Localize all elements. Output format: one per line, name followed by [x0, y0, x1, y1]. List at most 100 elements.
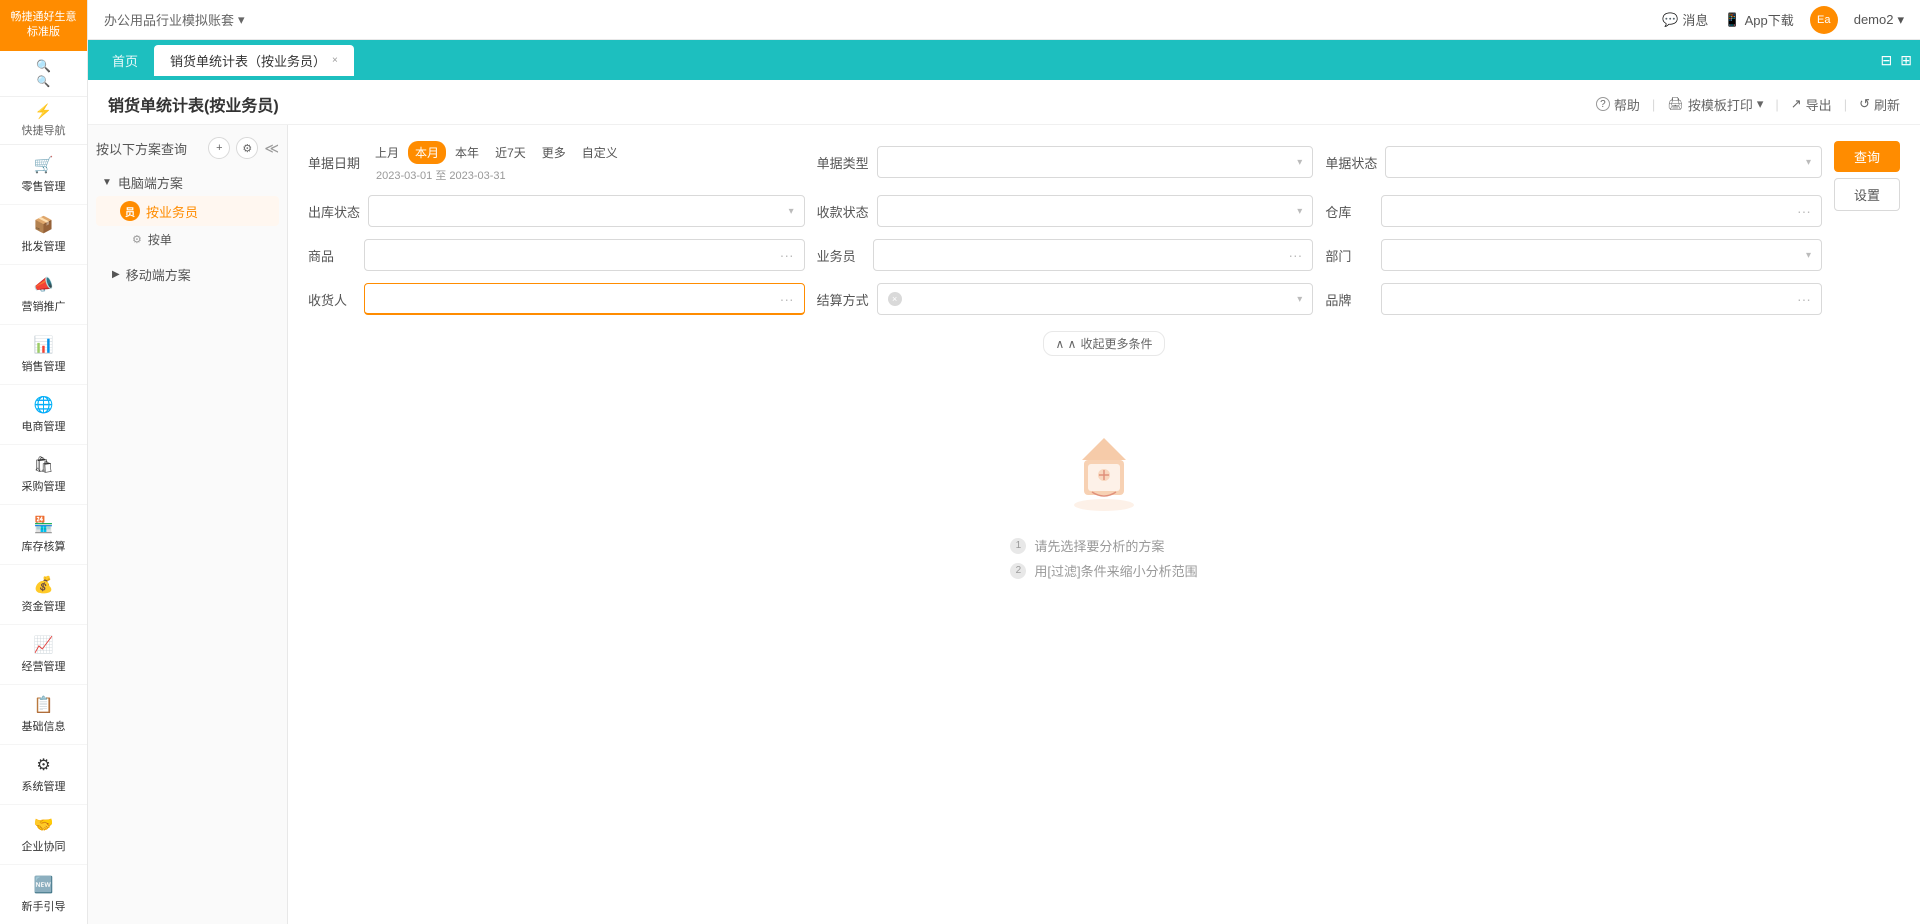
step1-text: 请先选择要分析的方案: [1034, 536, 1164, 555]
step2-text: 用[过滤]条件来缩小分析范围: [1034, 561, 1197, 580]
add-scheme-btn[interactable]: +: [208, 137, 230, 159]
messages-btn[interactable]: 💬 消息: [1662, 10, 1708, 29]
sidebar-item-finance[interactable]: 💰 资金管理: [0, 565, 87, 625]
filter-warehouse-item: 仓库 ···: [1325, 195, 1822, 227]
user-avatar[interactable]: Ea: [1810, 6, 1838, 34]
mobile-scheme-parent[interactable]: ▶ 移动端方案: [96, 261, 279, 288]
receiver-input[interactable]: ···: [364, 283, 805, 315]
username-text: demo2: [1854, 12, 1894, 27]
tab-home[interactable]: 首页: [96, 45, 154, 76]
sidebar-item-newbie[interactable]: 🆕 新手引导: [0, 865, 87, 924]
header-left: 办公用品行业模拟账套 ▾: [104, 10, 245, 29]
operations-icon: 📈: [34, 635, 54, 655]
finance-icon: 💰: [34, 575, 54, 595]
collapse-label: 收起更多条件: [1080, 335, 1152, 352]
export-btn[interactable]: ↗ 导出: [1791, 95, 1832, 114]
collapse-up-icon: ∧ ∧: [1056, 337, 1077, 351]
breadcrumb-dropdown[interactable]: 办公用品行业模拟账套 ▾: [104, 10, 245, 29]
shortcut-icon: ⚡: [4, 103, 83, 120]
sidebar-item-retail[interactable]: 🛒 零售管理: [0, 145, 87, 205]
collapse-panel-btn[interactable]: ≪: [264, 140, 279, 157]
top-header: 办公用品行业模拟账套 ▾ 💬 消息 📱 App下载 Ea demo2 ▾: [88, 0, 1920, 40]
date-tab-7days[interactable]: 近7天: [488, 141, 533, 164]
sales-label: 销售管理: [22, 358, 66, 374]
purchase-icon: 🛍: [33, 455, 53, 475]
settlement-input[interactable]: × ▾: [877, 283, 1314, 315]
sidebar-item-enterprise[interactable]: 🤝 企业协同: [0, 805, 87, 865]
settings-scheme-btn[interactable]: ⚙: [236, 137, 258, 159]
sales-icon: 📊: [34, 335, 54, 355]
collapse-more-btn[interactable]: ∧ ∧ 收起更多条件: [1043, 331, 1166, 356]
tree-item-by-order[interactable]: ⚙ 按单: [96, 226, 279, 253]
tab-minimize-icon[interactable]: ⊟: [1881, 52, 1893, 69]
template-print-btn[interactable]: 🖨 按模板打印 ▾: [1667, 95, 1763, 114]
date-tab-last-month[interactable]: 上月: [368, 141, 406, 164]
salesperson-input[interactable]: ···: [873, 239, 1314, 271]
app-download-btn[interactable]: 📱 App下载: [1724, 10, 1793, 29]
order-status-input[interactable]: ▾: [1385, 146, 1822, 178]
sidebar-item-wholesale[interactable]: 📦 批发管理: [0, 205, 87, 265]
sidebar-search-menu[interactable]: 🔍 🔍: [0, 51, 87, 97]
purchase-label: 采购管理: [22, 478, 66, 494]
department-input[interactable]: ▾: [1381, 239, 1822, 271]
empty-steps: 1 请先选择要分析的方案 2 用[过滤]条件来缩小分析范围: [1010, 536, 1197, 586]
logo-text: 畅捷通好生意 标准版: [8, 10, 79, 41]
sidebar-item-basic[interactable]: 📋 基础信息: [0, 685, 87, 745]
order-type-input[interactable]: ▾: [877, 146, 1314, 178]
settings-button[interactable]: 设置: [1834, 178, 1900, 211]
sidebar-shortcut-nav[interactable]: ⚡ 快捷导航: [0, 97, 87, 145]
sidebar-item-ecommerce[interactable]: 🌐 电商管理: [0, 385, 87, 445]
refresh-btn[interactable]: ↺ 刷新: [1859, 95, 1900, 114]
tab-close-icon[interactable]: ×: [332, 55, 338, 66]
brand-input[interactable]: ···: [1381, 283, 1822, 315]
tree-item-by-salesperson[interactable]: 员 按业务员: [96, 196, 279, 226]
settlement-clear-icon[interactable]: ×: [888, 292, 902, 306]
search-icon: 🔍: [4, 59, 83, 73]
help-btn[interactable]: ? 帮助: [1596, 95, 1640, 114]
sub-order-icon: ⚙: [132, 233, 142, 246]
warehouse-input[interactable]: ···: [1381, 195, 1822, 227]
by-order-label: 按单: [148, 231, 172, 248]
date-tab-more[interactable]: 更多: [535, 141, 573, 164]
username-label[interactable]: demo2 ▾: [1854, 12, 1904, 28]
retail-icon: 🛒: [34, 155, 54, 175]
sidebar-item-operations[interactable]: 📈 经营管理: [0, 625, 87, 685]
date-tabs: 上月 本月 本年 近7天 更多 自定义: [368, 141, 805, 164]
desktop-scheme-parent[interactable]: ▼ 电脑端方案: [96, 169, 279, 196]
export-label: 导出: [1806, 95, 1832, 114]
salesperson-label: 业务员: [817, 246, 865, 265]
collect-status-label: 收款状态: [817, 202, 869, 221]
sidebar-item-system[interactable]: ⚙ 系统管理: [0, 745, 87, 805]
date-tab-current-month[interactable]: 本月: [408, 141, 446, 164]
user-chevron-icon: ▾: [1897, 12, 1904, 28]
left-panel: 按以下方案查询 + ⚙ ≪ ▼ 电脑端方案: [88, 125, 288, 924]
empty-step-2: 2 用[过滤]条件来缩小分析范围: [1010, 561, 1197, 580]
goods-input[interactable]: ···: [364, 239, 805, 271]
all-filter-rows: 单据日期 上月 本月 本年 近7天 更多 自定义: [308, 141, 1822, 327]
inventory-icon: 🏪: [34, 515, 54, 535]
newbie-icon: 🆕: [34, 875, 54, 895]
mobile-arrow-icon: ▶: [112, 269, 120, 280]
operations-label: 经营管理: [22, 658, 66, 674]
sidebar-item-purchase[interactable]: 🛍 采购管理: [0, 445, 87, 505]
sidebar-logo[interactable]: 畅捷通好生意 标准版: [0, 0, 87, 51]
ecommerce-label: 电商管理: [22, 418, 66, 434]
sidebar-item-inventory[interactable]: 🏪 库存核算: [0, 505, 87, 565]
filter-salesperson-item: 业务员 ···: [817, 239, 1314, 271]
tab-sales-stat[interactable]: 销货单统计表（按业务员） ×: [154, 45, 354, 76]
sidebar-item-marketing[interactable]: 📣 营销推广: [0, 265, 87, 325]
export-icon: ↗: [1791, 96, 1802, 112]
collect-status-input[interactable]: ▾: [877, 195, 1314, 227]
date-tab-custom[interactable]: 自定义: [575, 141, 625, 164]
page-content: 销货单统计表(按业务员) ? 帮助 | 🖨 按模板打印 ▾ | ↗ 导出 |: [88, 80, 1920, 924]
tab-maximize-icon[interactable]: ⊞: [1900, 52, 1912, 69]
filter-settlement-item: 结算方式 × ▾: [817, 283, 1314, 315]
query-button[interactable]: 查询: [1834, 141, 1900, 172]
add-icon: +: [216, 142, 222, 154]
newbie-label: 新手引导: [22, 898, 66, 914]
warehouse-dots-icon: ···: [1797, 203, 1811, 219]
out-status-input[interactable]: ▾: [368, 195, 805, 227]
warehouse-label: 仓库: [1325, 202, 1373, 221]
sidebar-item-sales[interactable]: 📊 销售管理: [0, 325, 87, 385]
date-tab-current-year[interactable]: 本年: [448, 141, 486, 164]
